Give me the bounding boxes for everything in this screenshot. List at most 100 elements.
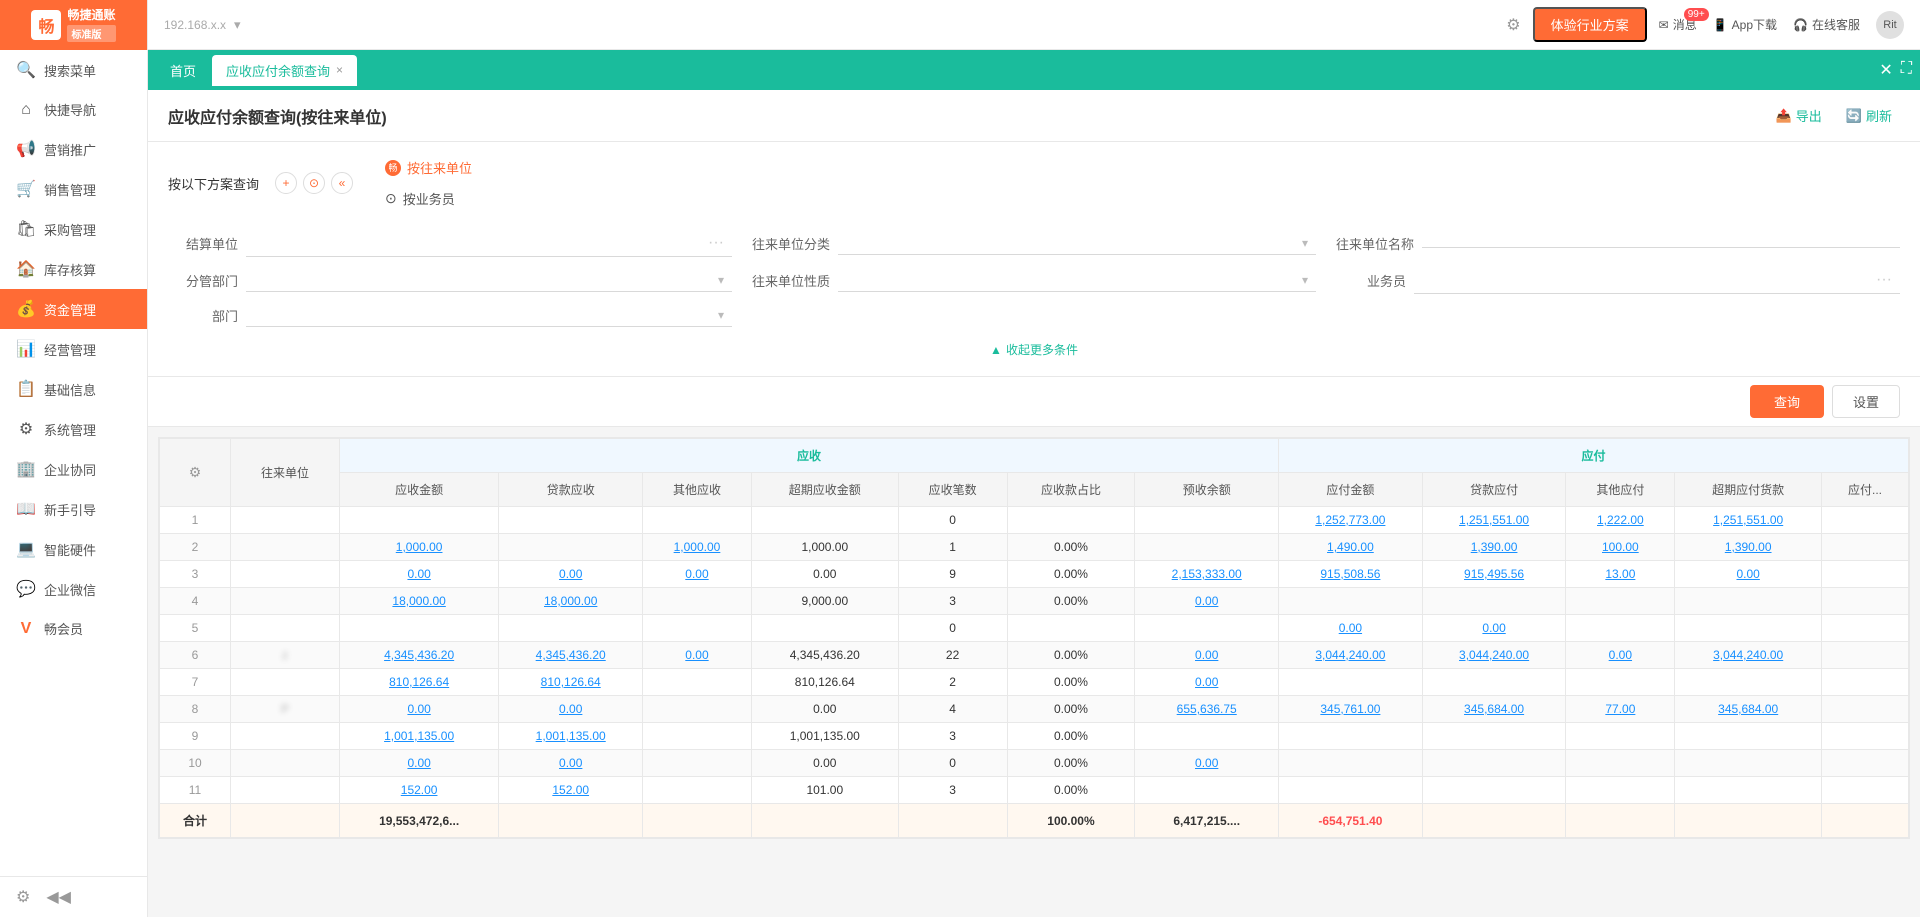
table-cell[interactable]: 1,000.00 [339,534,498,561]
sidebar-item-finance[interactable]: 💰 资金管理 [0,289,147,329]
filter-add-button[interactable]: + [275,172,297,194]
table-cell[interactable]: 0.00 [1135,588,1279,615]
table-cell[interactable]: 915,495.56 [1422,561,1566,588]
table-cell[interactable]: 1,001,135.00 [339,723,498,750]
table-cell[interactable]: 655,636.75 [1135,696,1279,723]
table-cell[interactable]: 18,000.00 [339,588,498,615]
filter-collapse-more[interactable]: ▲ 收起更多条件 [168,335,1900,364]
table-cell[interactable]: 4,345,436.20 [339,642,498,669]
table-cell[interactable]: 1,251,551.00 [1422,507,1566,534]
table-cell[interactable]: 13.00 [1566,561,1675,588]
export-button[interactable]: 📤 导出 [1768,102,1830,129]
table-cell[interactable]: 1,390.00 [1675,534,1822,561]
table-cell[interactable]: 345,684.00 [1675,696,1822,723]
header-promo-button[interactable]: 体验行业方案 [1533,7,1647,42]
tab-maximize-icon[interactable]: ⛶ [1901,60,1912,80]
table-cell[interactable]: 0.00 [1422,615,1566,642]
footer-partner [231,804,340,838]
settlement-unit-input[interactable]: ··· [246,230,732,257]
table-cell[interactable]: 0.00 [339,750,498,777]
table-cell[interactable]: 0.00 [643,642,752,669]
sidebar-item-operations[interactable]: 📊 经营管理 [0,329,147,369]
table-cell[interactable]: 0.00 [339,696,498,723]
table-cell[interactable]: 3,044,240.00 [1675,642,1822,669]
data-table: ⚙ 往来单位 应收 应付 应收金额 贷款应收 其他应收 超期应收金额 应收笔数 … [159,438,1909,838]
table-cell[interactable]: 0.00 [1135,750,1279,777]
table-cell[interactable]: 2,153,333.00 [1135,561,1279,588]
sidebar-item-marketing[interactable]: 📢 营销推广 [0,129,147,169]
sidebar-item-inventory[interactable]: 🏠 库存核算 [0,249,147,289]
sidebar-item-guide[interactable]: 📖 新手引导 [0,489,147,529]
header-app-button[interactable]: 📱 App下载 [1713,16,1777,33]
table-cell[interactable]: 1,252,773.00 [1279,507,1423,534]
table-cell[interactable]: 0.00 [1566,642,1675,669]
sidebar-item-purchase[interactable]: 🛍 采购管理 [0,209,147,249]
query-button[interactable]: 查询 [1750,385,1824,418]
table-cell[interactable]: 345,761.00 [1279,696,1423,723]
header-breadcrumb: 192.168.x.x ▾ [164,17,1494,33]
table-cell[interactable]: 18,000.00 [499,588,643,615]
table-cell[interactable]: 0.00 [1135,642,1279,669]
user-avatar[interactable]: Rit [1876,11,1904,39]
table-cell[interactable]: 0.00 [499,561,643,588]
table-cell[interactable]: 1,001,135.00 [499,723,643,750]
sidebar-item-system[interactable]: ⚙ 系统管理 [0,409,147,449]
sidebar-item-sales[interactable]: 🛒 销售管理 [0,169,147,209]
footer-rec-total[interactable]: 19,553,472,6... [339,804,498,838]
table-cell[interactable]: 1,000.00 [643,534,752,561]
header-message-button[interactable]: ✉ 消息 99+ [1659,16,1697,33]
sidebar-item-hardware[interactable]: 💻 智能硬件 [0,529,147,569]
sidebar-item-search[interactable]: 🔍 搜索菜单 [0,50,147,90]
tab-close-icon[interactable]: × [336,63,343,77]
sidebar-item-member[interactable]: V 畅会员 [0,609,147,648]
filter-options-button[interactable]: ⊙ [303,172,325,194]
table-cell[interactable]: 810,126.64 [499,669,643,696]
table-cell[interactable]: 1,390.00 [1422,534,1566,561]
table-cell[interactable]: 1,251,551.00 [1675,507,1822,534]
table-cell[interactable]: 0.00 [339,561,498,588]
tab-home[interactable]: 首页 [156,55,210,86]
table-cell[interactable]: 0.00 [499,750,643,777]
table-cell[interactable]: 77.00 [1566,696,1675,723]
table-cell[interactable]: 3,044,240.00 [1422,642,1566,669]
table-cell [1279,669,1423,696]
tab-receivable-query[interactable]: 应收应付余额查询 × [212,55,357,86]
partner-name-input[interactable] [1422,239,1900,248]
table-cell[interactable]: 810,126.64 [339,669,498,696]
table-cell[interactable]: 345,684.00 [1422,696,1566,723]
branch-dept-input[interactable]: ▾ [246,269,732,292]
table-cell[interactable]: 0.00 [499,696,643,723]
header-service-button[interactable]: 🎧 在线客服 [1793,16,1860,33]
table-cell[interactable]: 4,345,436.20 [499,642,643,669]
th-settings[interactable]: ⚙ [160,439,231,507]
table-cell[interactable]: 1,490.00 [1279,534,1423,561]
table-cell[interactable]: 0.00 [1675,561,1822,588]
header-gear-icon[interactable]: ⚙ [1506,15,1520,35]
table-cell[interactable]: 100.00 [1566,534,1675,561]
salesperson-input[interactable]: ··· [1414,267,1900,294]
table-cell: 0.00% [1007,777,1135,804]
sidebar-item-base[interactable]: 📋 基础信息 [0,369,147,409]
filter-option-salesperson[interactable]: ⊙ 按业务员 [377,185,480,212]
table-cell[interactable]: 0.00 [1135,669,1279,696]
sidebar-item-quick[interactable]: ⌂ 快捷导航 [0,90,147,129]
partner-nature-input[interactable]: ▾ [838,269,1316,292]
table-cell[interactable]: 152.00 [339,777,498,804]
dept-input[interactable]: ▾ [246,304,732,327]
filter-option-partner[interactable]: 畅 按往来单位 [377,154,480,181]
table-cell[interactable]: 0.00 [643,561,752,588]
footer-collapse-icon[interactable]: ◀◀ [46,887,71,907]
table-cell[interactable]: 1,222.00 [1566,507,1675,534]
filter-collapse-button[interactable]: « [331,172,353,194]
setting-button[interactable]: 设置 [1832,385,1900,418]
table-cell[interactable]: 3,044,240.00 [1279,642,1423,669]
footer-settings-icon[interactable]: ⚙ [16,887,30,907]
tab-close-window-icon[interactable]: ✕ [1879,60,1892,80]
table-cell[interactable]: 915,508.56 [1279,561,1423,588]
table-cell[interactable]: 0.00 [1279,615,1423,642]
sidebar-item-corp[interactable]: 🏢 企业协同 [0,449,147,489]
partner-category-input[interactable]: ▾ [838,232,1316,255]
refresh-button[interactable]: 🔄 刷新 [1838,102,1900,129]
table-cell[interactable]: 152.00 [499,777,643,804]
sidebar-item-wechat[interactable]: 💬 企业微信 [0,569,147,609]
